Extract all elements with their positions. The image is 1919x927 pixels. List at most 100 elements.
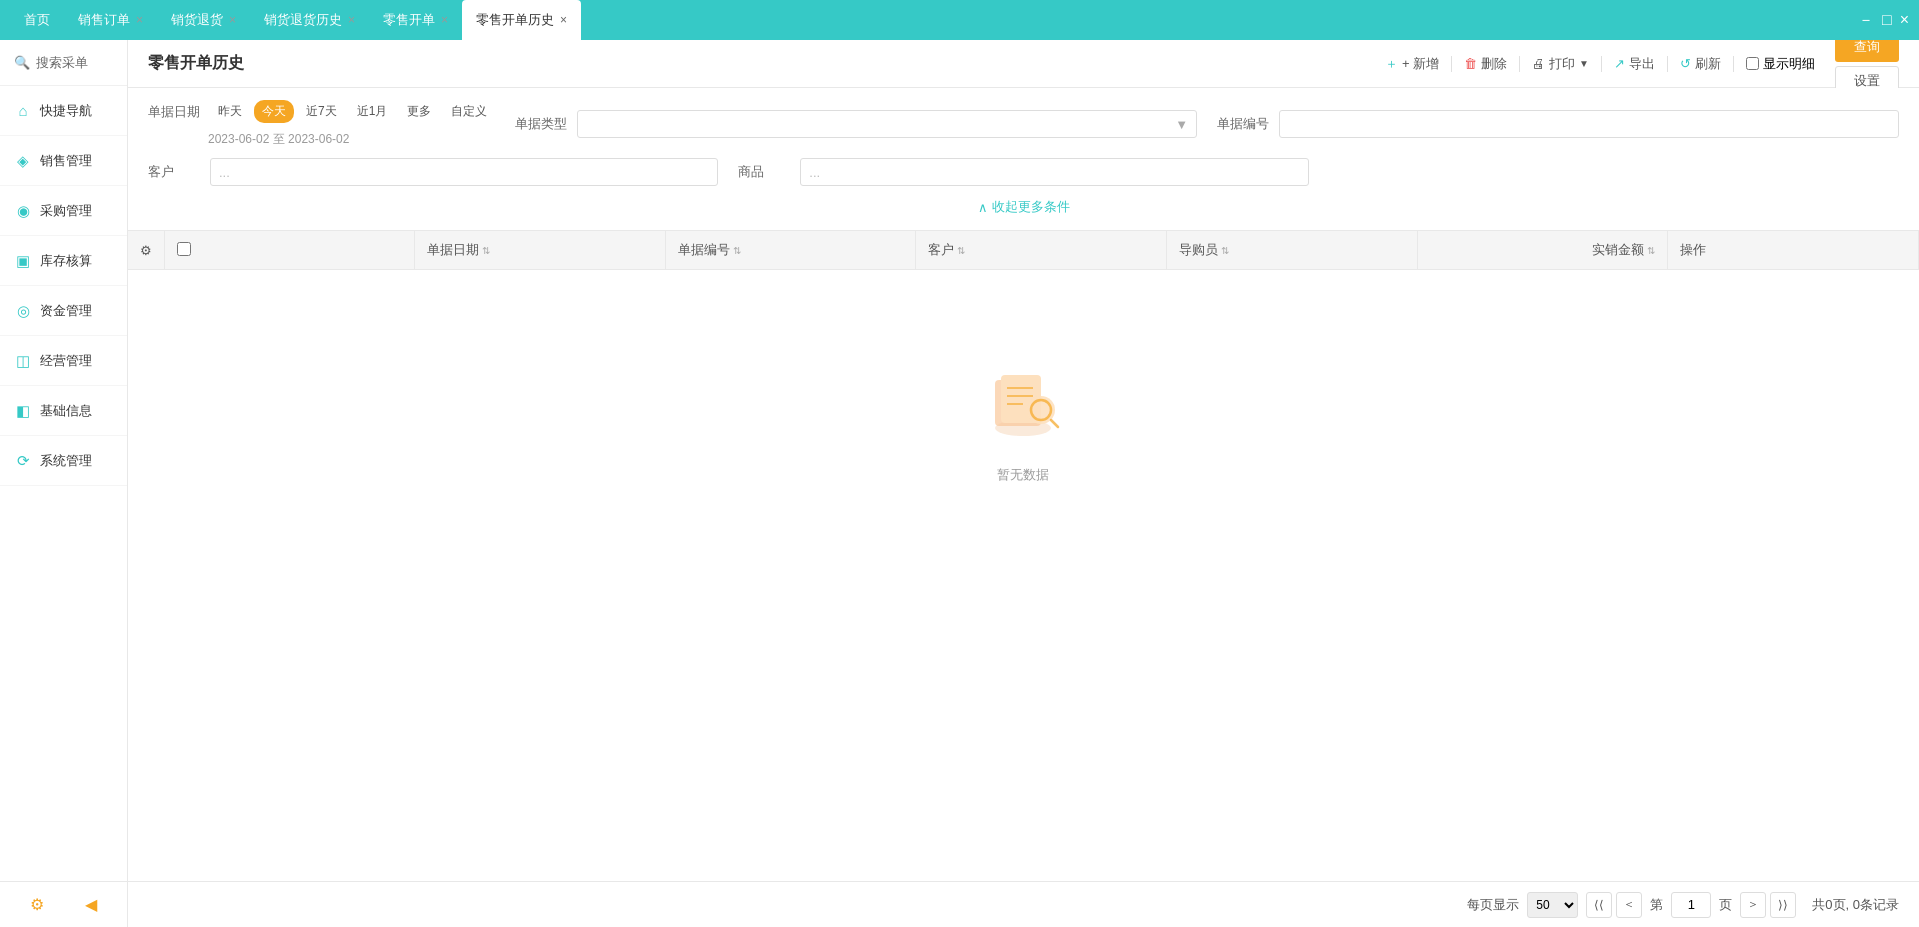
col-customer[interactable]: 客户 ⇅ <box>916 231 1167 270</box>
delete-button[interactable]: 🗑 删除 <box>1464 55 1507 73</box>
col-action: 操作 <box>1668 231 1919 270</box>
collapse-filter-button[interactable]: ∧ 收起更多条件 <box>148 196 1899 222</box>
sidebar-item-operations[interactable]: ◫ 经营管理 <box>0 336 127 386</box>
prev-page-button[interactable]: ＜ <box>1616 892 1642 918</box>
customer-dots: ... <box>219 165 230 180</box>
col-guide[interactable]: 导购员 ⇅ <box>1167 231 1418 270</box>
sidebar-footer: ⚙ ◀ <box>0 881 127 927</box>
divider5 <box>1733 56 1734 72</box>
date-btn-last7[interactable]: 近7天 <box>298 100 345 123</box>
close-button[interactable]: × <box>1900 11 1909 29</box>
delete-icon: 🗑 <box>1464 56 1477 71</box>
sort-guide-icon: ⇅ <box>1221 245 1229 256</box>
sort-customer-icon: ⇅ <box>957 245 965 256</box>
top-nav-bar: 首页 销售订单 × 销货退货 × 销货退货历史 × 零售开单 × 零售开单历史 … <box>0 0 1919 40</box>
pagination: 每页显示 50 10 20 100 ⟨⟨ ＜ 第 1 页 ＞ ⟩⟩ 共0页, 0… <box>128 881 1919 927</box>
date-btn-last1month[interactable]: 近1月 <box>349 100 396 123</box>
col-amount[interactable]: 实销金额 ⇅ <box>1417 231 1668 270</box>
export-button[interactable]: ↗ 导出 <box>1614 55 1655 73</box>
close-sales-return-history-tab[interactable]: × <box>348 13 355 27</box>
close-sales-return-tab[interactable]: × <box>229 13 236 27</box>
print-dropdown-icon[interactable]: ▼ <box>1579 58 1589 69</box>
product-input[interactable]: ... <box>800 158 1308 186</box>
per-page-select[interactable]: 50 10 20 100 <box>1527 892 1578 918</box>
settings-icon[interactable]: ⚙ <box>30 895 44 914</box>
sidebar-item-quick-nav[interactable]: ⌂ 快捷导航 <box>0 86 127 136</box>
bill-type-select[interactable]: ▼ <box>577 110 1197 138</box>
page-suffix: 页 <box>1719 896 1732 914</box>
sidebar-item-system[interactable]: ⟳ 系统管理 <box>0 436 127 486</box>
date-filter-label: 单据日期 <box>148 103 204 121</box>
content-area: 零售开单历史 ＋ + 新增 🗑 删除 🖨 打印 ▼ <box>128 40 1919 927</box>
minimize-button[interactable]: － <box>1858 10 1874 31</box>
bill-type-filter-group: 单据类型 ▼ <box>515 110 1197 138</box>
empty-state: 暂无数据 <box>128 270 1919 564</box>
date-btn-today[interactable]: 今天 <box>254 100 294 123</box>
customer-input[interactable]: ... <box>210 158 718 186</box>
sidebar-item-inventory[interactable]: ▣ 库存核算 <box>0 236 127 286</box>
page-header: 零售开单历史 ＋ + 新增 🗑 删除 🖨 打印 ▼ <box>128 40 1919 88</box>
col-date[interactable]: 单据日期 ⇅ <box>415 231 666 270</box>
col-number[interactable]: 单据编号 ⇅ <box>665 231 916 270</box>
main-layout: 🔍 搜索采单 ⌂ 快捷导航 ◈ 销售管理 ◉ 采购管理 ▣ 库存核算 ◎ 资金管… <box>0 40 1919 927</box>
print-button[interactable]: 🖨 打印 ▼ <box>1532 55 1589 73</box>
svg-line-8 <box>1051 420 1058 427</box>
page-label: 第 <box>1650 896 1663 914</box>
next-page-button[interactable]: ＞ <box>1740 892 1766 918</box>
sidebar-item-basic-info[interactable]: ◧ 基础信息 <box>0 386 127 436</box>
sidebar-item-finance[interactable]: ◎ 资金管理 <box>0 286 127 336</box>
last-page-button[interactable]: ⟩⟩ <box>1770 892 1796 918</box>
sidebar-search[interactable]: 🔍 搜索采单 <box>0 40 127 86</box>
divider2 <box>1519 56 1520 72</box>
customer-label: 客户 <box>148 163 204 181</box>
first-page-button[interactable]: ⟨⟨ <box>1586 892 1612 918</box>
date-btn-more[interactable]: 更多 <box>399 100 439 123</box>
tab-home[interactable]: 首页 <box>10 0 64 40</box>
query-button[interactable]: 查询 <box>1835 40 1899 62</box>
print-icon: 🖨 <box>1532 56 1545 71</box>
tab-sales-order[interactable]: 销售订单 × <box>64 0 157 40</box>
sidebar-item-sales-mgmt[interactable]: ◈ 销售管理 <box>0 136 127 186</box>
close-sales-order-tab[interactable]: × <box>136 13 143 27</box>
date-btn-yesterday[interactable]: 昨天 <box>210 100 250 123</box>
add-button[interactable]: ＋ + 新增 <box>1385 55 1439 73</box>
window-controls: － □ × <box>1858 10 1909 31</box>
table-container: ⚙ 单据日期 ⇅ 单据编号 <box>128 231 1919 881</box>
col-settings[interactable]: ⚙ <box>128 231 164 270</box>
cart-icon: ◉ <box>14 202 32 220</box>
sort-date-icon: ⇅ <box>482 245 490 256</box>
home-icon: ⌂ <box>14 102 32 119</box>
tab-retail-open[interactable]: 零售开单 × <box>369 0 462 40</box>
date-filter-group: 单据日期 昨天 今天 近7天 近1月 更多 自定义 2023-06-02 至 2… <box>148 100 495 148</box>
tab-retail-open-history[interactable]: 零售开单历史 × <box>462 0 581 40</box>
collapse-icon: ∧ <box>978 200 988 215</box>
table-settings-icon[interactable]: ⚙ <box>140 243 152 258</box>
date-buttons: 昨天 今天 近7天 近1月 更多 自定义 <box>210 100 495 123</box>
maximize-button[interactable]: □ <box>1882 11 1892 29</box>
page-number-input[interactable]: 1 <box>1671 892 1711 918</box>
product-label: 商品 <box>738 163 794 181</box>
display-detail-checkbox[interactable] <box>1746 57 1759 70</box>
tab-sales-return[interactable]: 销货退货 × <box>157 0 250 40</box>
bill-number-input[interactable] <box>1279 110 1899 138</box>
bill-type-dropdown-icon: ▼ <box>1175 117 1188 132</box>
per-page-label: 每页显示 <box>1467 896 1519 914</box>
refresh-button[interactable]: ↺ 刷新 <box>1680 55 1721 73</box>
product-dots: ... <box>809 165 820 180</box>
sidebar-item-purchase-mgmt[interactable]: ◉ 采购管理 <box>0 186 127 236</box>
close-retail-open-history-tab[interactable]: × <box>560 13 567 27</box>
display-detail-toggle[interactable]: 显示明细 <box>1746 55 1815 73</box>
collapse-sidebar-icon[interactable]: ◀ <box>85 895 97 914</box>
info-icon: ◧ <box>14 402 32 420</box>
col-checkbox <box>164 231 415 270</box>
tab-sales-return-history[interactable]: 销货退货历史 × <box>250 0 369 40</box>
date-range-display: 2023-06-02 至 2023-06-02 <box>208 131 349 148</box>
box-icon: ▣ <box>14 252 32 270</box>
sort-amount-icon: ⇅ <box>1647 245 1655 256</box>
date-btn-custom[interactable]: 自定义 <box>443 100 495 123</box>
divider4 <box>1667 56 1668 72</box>
sidebar: 🔍 搜索采单 ⌂ 快捷导航 ◈ 销售管理 ◉ 采购管理 ▣ 库存核算 ◎ 资金管… <box>0 40 128 927</box>
close-retail-open-tab[interactable]: × <box>441 13 448 27</box>
page-title: 零售开单历史 <box>148 53 244 74</box>
select-all-checkbox[interactable] <box>177 242 191 256</box>
